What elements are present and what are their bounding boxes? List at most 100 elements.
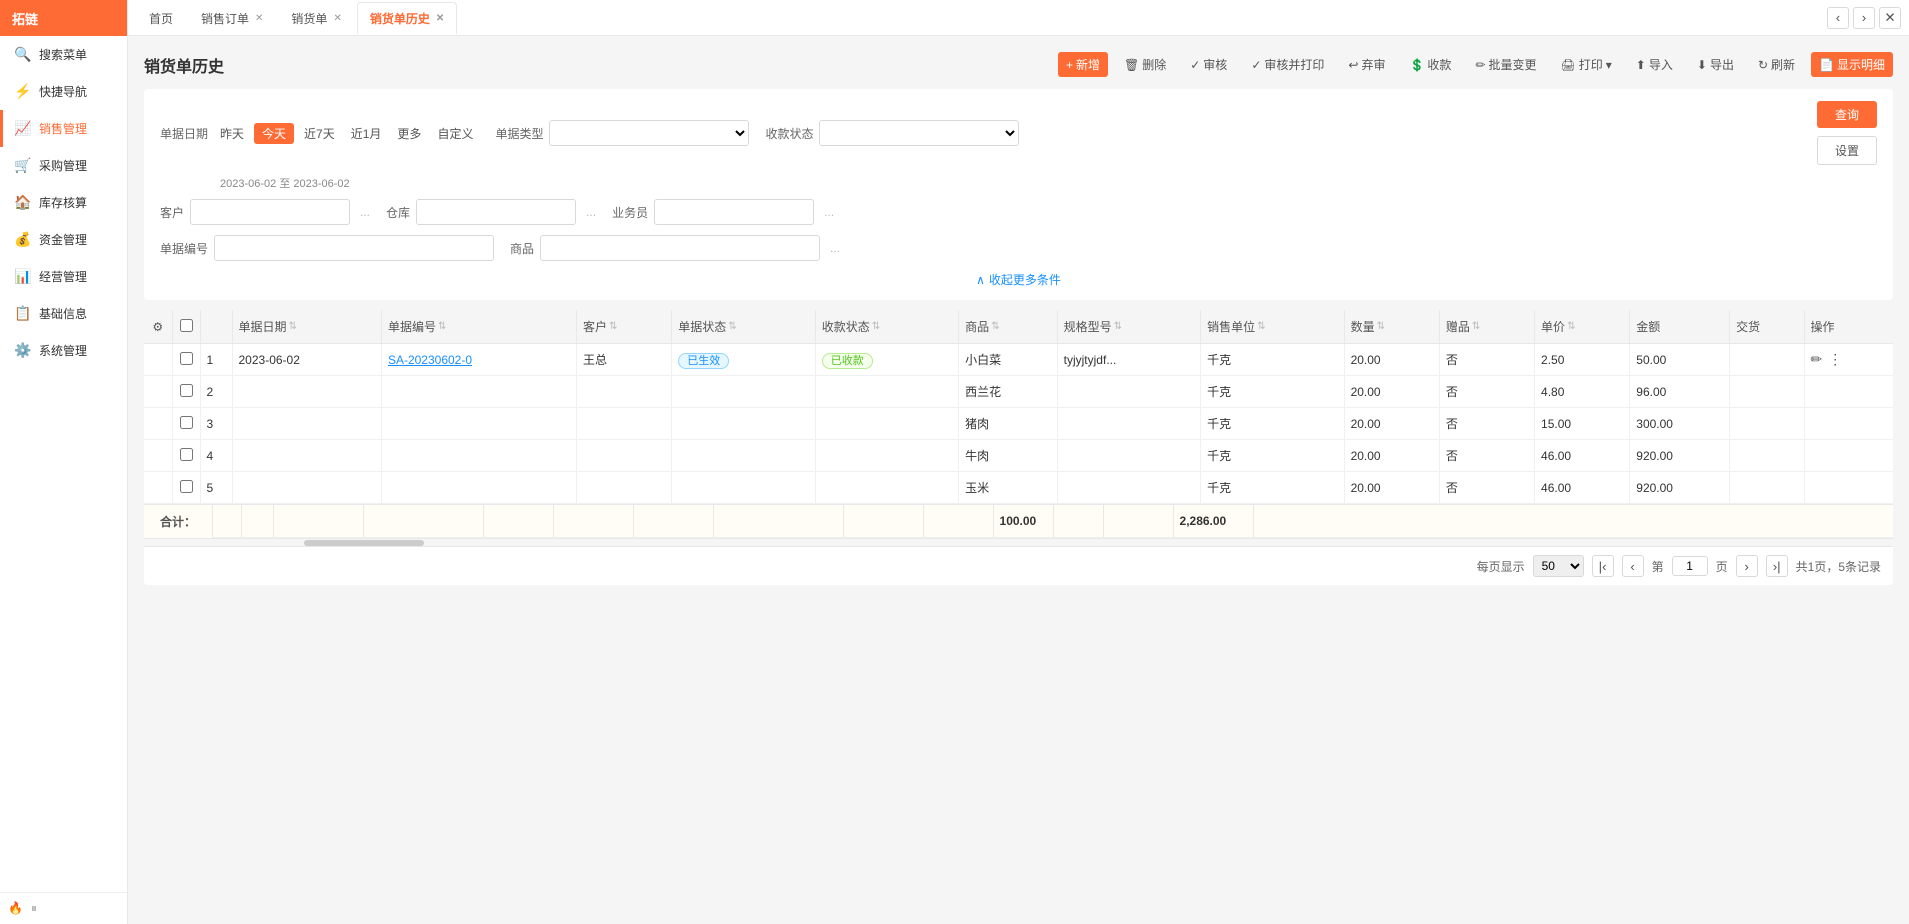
tab-sales-history[interactable]: 销货单历史 ✕ (357, 2, 457, 34)
sidebar-bottom-icon2[interactable]: ⏸ (31, 901, 37, 916)
finance-mgmt-icon: 💰 (15, 232, 31, 248)
tab-scroll-right[interactable]: › (1853, 7, 1875, 29)
sidebar-item-search-menu[interactable]: 🔍 搜索菜单 (0, 36, 127, 73)
refresh-button[interactable]: ↻ 刷新 (1750, 52, 1803, 77)
collect-icon: 💲 (1409, 58, 1424, 72)
filter-customer-item: 客户 ... (160, 199, 370, 225)
batch-change-button[interactable]: ✏ 批量变更 (1467, 52, 1544, 77)
filter-goods-label: 商品 (510, 240, 534, 257)
date-btn-7days[interactable]: 近7天 (298, 123, 341, 144)
sidebar-item-ops-mgmt[interactable]: 📊 经营管理 (0, 258, 127, 295)
col-qty[interactable]: 数量⇅ (1344, 310, 1439, 344)
batch-change-icon: ✏ (1475, 58, 1485, 72)
col-gift[interactable]: 赠品⇅ (1439, 310, 1534, 344)
page-content: 销货单历史 + 新增 🗑 删除 ✓ 审核 ✓ 审核并打印 (128, 36, 1909, 924)
sidebar-item-quick-nav[interactable]: ⚡ 快捷导航 (0, 73, 127, 110)
col-doc-date[interactable]: 单据日期⇅ (232, 310, 381, 344)
sidebar-item-inventory-calc[interactable]: 🏠 库存核算 (0, 184, 127, 221)
col-pay-status[interactable]: 收款状态⇅ (815, 310, 958, 344)
print-button[interactable]: 🖨 打印 ▾ (1553, 52, 1620, 77)
doc-date-sort-icon: ⇅ (289, 321, 297, 332)
edit-icon[interactable]: ✏ (1811, 351, 1823, 368)
tab-sales-goods-close[interactable]: ✕ (333, 13, 341, 24)
tab-home[interactable]: 首页 (136, 2, 186, 34)
page-next-btn[interactable]: › (1736, 555, 1758, 577)
col-unit[interactable]: 销售单位⇅ (1201, 310, 1344, 344)
sidebar-item-sys-mgmt[interactable]: ⚙️ 系统管理 (0, 332, 127, 369)
row-checkbox-1[interactable] (180, 384, 193, 397)
approve-button[interactable]: ✓ 审核 (1182, 52, 1235, 77)
page-input[interactable] (1672, 556, 1708, 576)
export-button[interactable]: ⬇ 导出 (1689, 52, 1742, 77)
row-checkbox-4[interactable] (180, 480, 193, 493)
row-checkbox-2[interactable] (180, 416, 193, 429)
col-doc-no[interactable]: 单据编号⇅ (381, 310, 576, 344)
tab-sales-order-close[interactable]: ✕ (255, 13, 263, 24)
sidebar-item-finance-mgmt[interactable]: 💰 资金管理 (0, 221, 127, 258)
select-all-checkbox[interactable] (180, 319, 193, 332)
scrollbar-thumb[interactable] (304, 540, 424, 546)
filter-warehouse-input[interactable] (416, 199, 576, 225)
setting-button[interactable]: 设置 (1817, 136, 1877, 165)
search-button[interactable]: 查询 (1817, 101, 1877, 128)
filter-goods-input[interactable] (540, 235, 820, 261)
filter-pay-status-select[interactable] (819, 120, 1019, 146)
footer-label: 合计： (144, 505, 213, 538)
filter-docno-label: 单据编号 (160, 240, 208, 257)
col-goods[interactable]: 商品⇅ (959, 310, 1057, 344)
filter-warehouse-suffix[interactable]: ... (582, 205, 596, 219)
date-btn-today[interactable]: 今天 (254, 123, 294, 144)
tab-sales-order[interactable]: 销售订单 ✕ (188, 2, 276, 34)
show-detail-button[interactable]: 📄 显示明细 (1811, 52, 1893, 77)
page-prev-btn[interactable]: ‹ (1622, 555, 1644, 577)
doc-no-link[interactable]: SA-20230602-0 (388, 353, 472, 367)
abandon-button[interactable]: ↩ 弃审 (1340, 52, 1393, 77)
export-icon: ⬇ (1697, 58, 1707, 72)
col-settings[interactable]: ⚙ (144, 310, 172, 344)
approve-print-button[interactable]: ✓ 审核并打印 (1243, 52, 1332, 77)
filter-salesperson-suffix[interactable]: ... (820, 205, 834, 219)
horizontal-scrollbar[interactable] (144, 538, 1893, 546)
date-btn-1month[interactable]: 近1月 (345, 123, 388, 144)
sidebar-item-base-info[interactable]: 📋 基础信息 (0, 295, 127, 332)
tab-sales-goods[interactable]: 销货单 ✕ (278, 2, 354, 34)
page-last-btn[interactable]: ›| (1766, 555, 1788, 577)
col-unit-price[interactable]: 单价⇅ (1535, 310, 1630, 344)
filter-customer-suffix[interactable]: ... (356, 205, 370, 219)
filter-area: 单据日期 昨天 今天 近7天 近1月 更多 自定义 单据类型 (144, 89, 1893, 300)
delete-button[interactable]: 🗑 删除 (1116, 52, 1174, 77)
import-button[interactable]: ⬆ 导入 (1628, 52, 1681, 77)
row-checkbox-0[interactable] (180, 352, 193, 365)
col-customer[interactable]: 客户⇅ (577, 310, 672, 344)
page-first-btn[interactable]: |‹ (1592, 555, 1614, 577)
filter-goods-suffix[interactable]: ... (826, 241, 840, 255)
base-info-icon: 📋 (15, 306, 31, 322)
tab-sales-history-close[interactable]: ✕ (436, 13, 444, 24)
sidebar-bottom-icon1[interactable]: 🔥 (8, 901, 23, 916)
more-icon[interactable]: ⋮ (1828, 351, 1842, 368)
filter-doc-type-select[interactable] (549, 120, 749, 146)
filter-warehouse-item: 仓库 ... (386, 199, 596, 225)
new-button[interactable]: + 新增 (1058, 52, 1108, 77)
date-btn-custom[interactable]: 自定义 (431, 123, 479, 144)
print-dropdown-icon: ▾ (1606, 58, 1612, 72)
tab-close-all[interactable]: ✕ (1879, 7, 1901, 29)
page-size-select[interactable]: 50 100 (1533, 555, 1584, 577)
abandon-icon: ↩ (1348, 58, 1358, 72)
row-checkbox-3[interactable] (180, 448, 193, 461)
sidebar-item-sales-mgmt[interactable]: 📈 销售管理 (0, 110, 127, 147)
col-spec[interactable]: 规格型号⇅ (1057, 310, 1200, 344)
unit-sort-icon: ⇅ (1257, 321, 1265, 332)
sidebar-item-purchase-mgmt[interactable]: 🛒 采购管理 (0, 147, 127, 184)
sidebar-item-label: 销售管理 (39, 120, 87, 137)
filter-customer-input[interactable] (190, 199, 350, 225)
tab-scroll-left[interactable]: ‹ (1827, 7, 1849, 29)
approve-icon: ✓ (1190, 58, 1200, 72)
filter-salesperson-input[interactable] (654, 199, 814, 225)
date-btn-more[interactable]: 更多 (391, 123, 427, 144)
col-doc-status[interactable]: 单据状态⇅ (672, 310, 815, 344)
collect-button[interactable]: 💲 收款 (1401, 52, 1459, 77)
date-btn-yesterday[interactable]: 昨天 (214, 123, 250, 144)
filter-docno-input[interactable] (214, 235, 494, 261)
collapse-button[interactable]: ∧ 收起更多条件 (976, 271, 1061, 288)
